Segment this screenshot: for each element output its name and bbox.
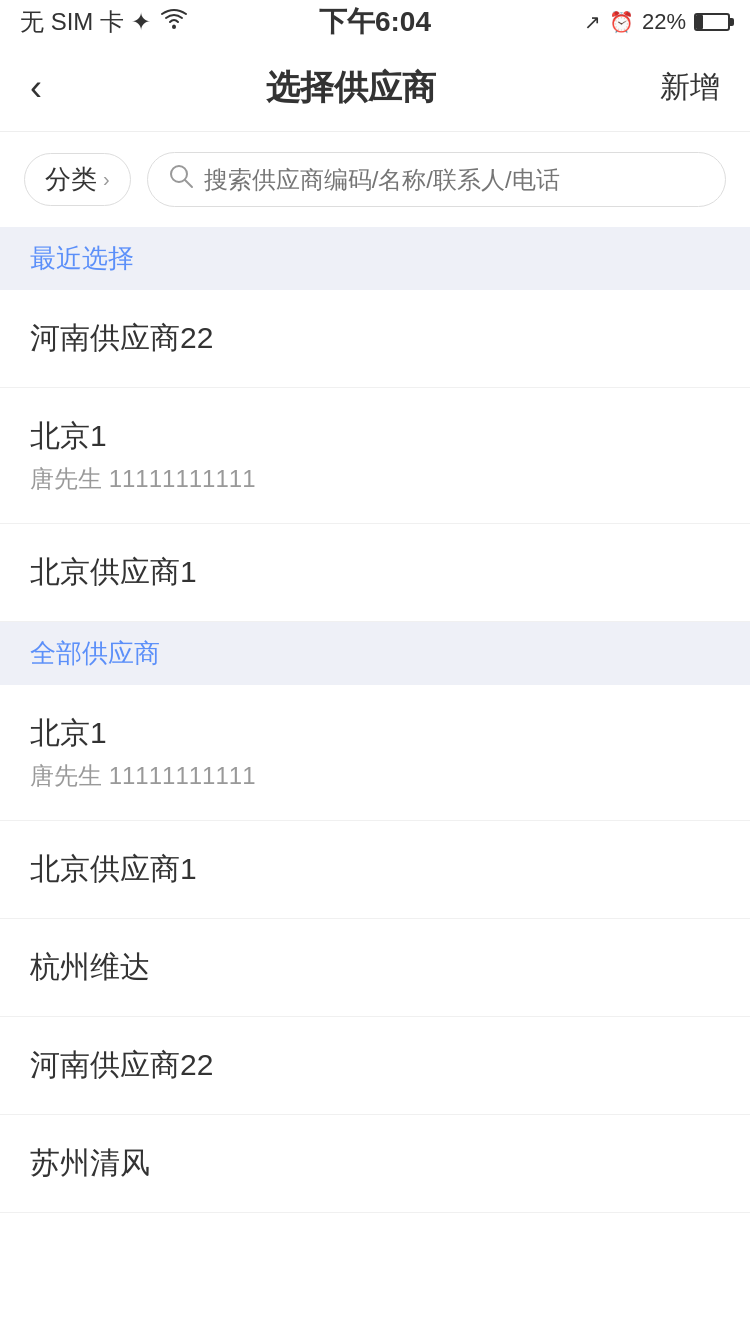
filter-bar: 分类 › — [0, 132, 750, 227]
all-section-header: 全部供应商 — [0, 622, 750, 685]
location-icon: ↗ — [584, 10, 601, 34]
item-sub: 唐先生 11111111111 — [30, 760, 720, 792]
list-item[interactable]: 北京1 唐先生 11111111111 — [0, 685, 750, 821]
category-filter[interactable]: 分类 › — [24, 153, 131, 206]
search-box[interactable] — [147, 152, 726, 207]
wifi-signal — [159, 8, 189, 36]
all-list: 北京1 唐先生 11111111111 北京供应商1 杭州维达 河南供应商22 … — [0, 685, 750, 1213]
search-icon — [168, 163, 194, 196]
item-name: 北京1 — [30, 416, 720, 457]
recent-section-label: 最近选择 — [30, 243, 134, 273]
no-sim-label: 无 SIM 卡 ✦ — [20, 6, 151, 38]
svg-point-0 — [172, 25, 176, 29]
chevron-right-icon: › — [103, 168, 110, 191]
item-name: 杭州维达 — [30, 947, 720, 988]
category-label: 分类 — [45, 162, 97, 197]
item-sub: 唐先生 11111111111 — [30, 463, 720, 495]
status-time: 下午6:04 — [319, 3, 431, 41]
back-button[interactable]: ‹ — [30, 67, 42, 109]
list-item[interactable]: 河南供应商22 — [0, 1017, 750, 1115]
recent-section-header: 最近选择 — [0, 227, 750, 290]
all-section-label: 全部供应商 — [30, 638, 160, 668]
search-input[interactable] — [204, 166, 705, 194]
list-item[interactable]: 河南供应商22 — [0, 290, 750, 388]
list-item[interactable]: 北京1 唐先生 11111111111 — [0, 388, 750, 524]
alarm-icon: ⏰ — [609, 10, 634, 34]
item-name: 河南供应商22 — [30, 318, 720, 359]
item-name: 北京供应商1 — [30, 552, 720, 593]
list-item[interactable]: 杭州维达 — [0, 919, 750, 1017]
item-name: 北京供应商1 — [30, 849, 720, 890]
list-item[interactable]: 北京供应商1 — [0, 821, 750, 919]
recent-list: 河南供应商22 北京1 唐先生 11111111111 北京供应商1 — [0, 290, 750, 622]
item-name: 河南供应商22 — [30, 1045, 720, 1086]
list-item[interactable]: 北京供应商1 — [0, 524, 750, 622]
svg-line-2 — [185, 180, 192, 187]
nav-bar: ‹ 选择供应商 新增 — [0, 44, 750, 132]
list-item[interactable]: 苏州清风 — [0, 1115, 750, 1213]
status-bar: 无 SIM 卡 ✦ 下午6:04 ↗ ⏰ 22% — [0, 0, 750, 44]
item-name: 苏州清风 — [30, 1143, 720, 1184]
page-title: 选择供应商 — [266, 65, 436, 111]
status-right: ↗ ⏰ 22% — [584, 9, 730, 35]
battery-label: 22% — [642, 9, 686, 35]
item-name: 北京1 — [30, 713, 720, 754]
battery-icon — [694, 13, 730, 31]
add-button[interactable]: 新增 — [660, 67, 720, 108]
status-left: 无 SIM 卡 ✦ — [20, 6, 189, 38]
